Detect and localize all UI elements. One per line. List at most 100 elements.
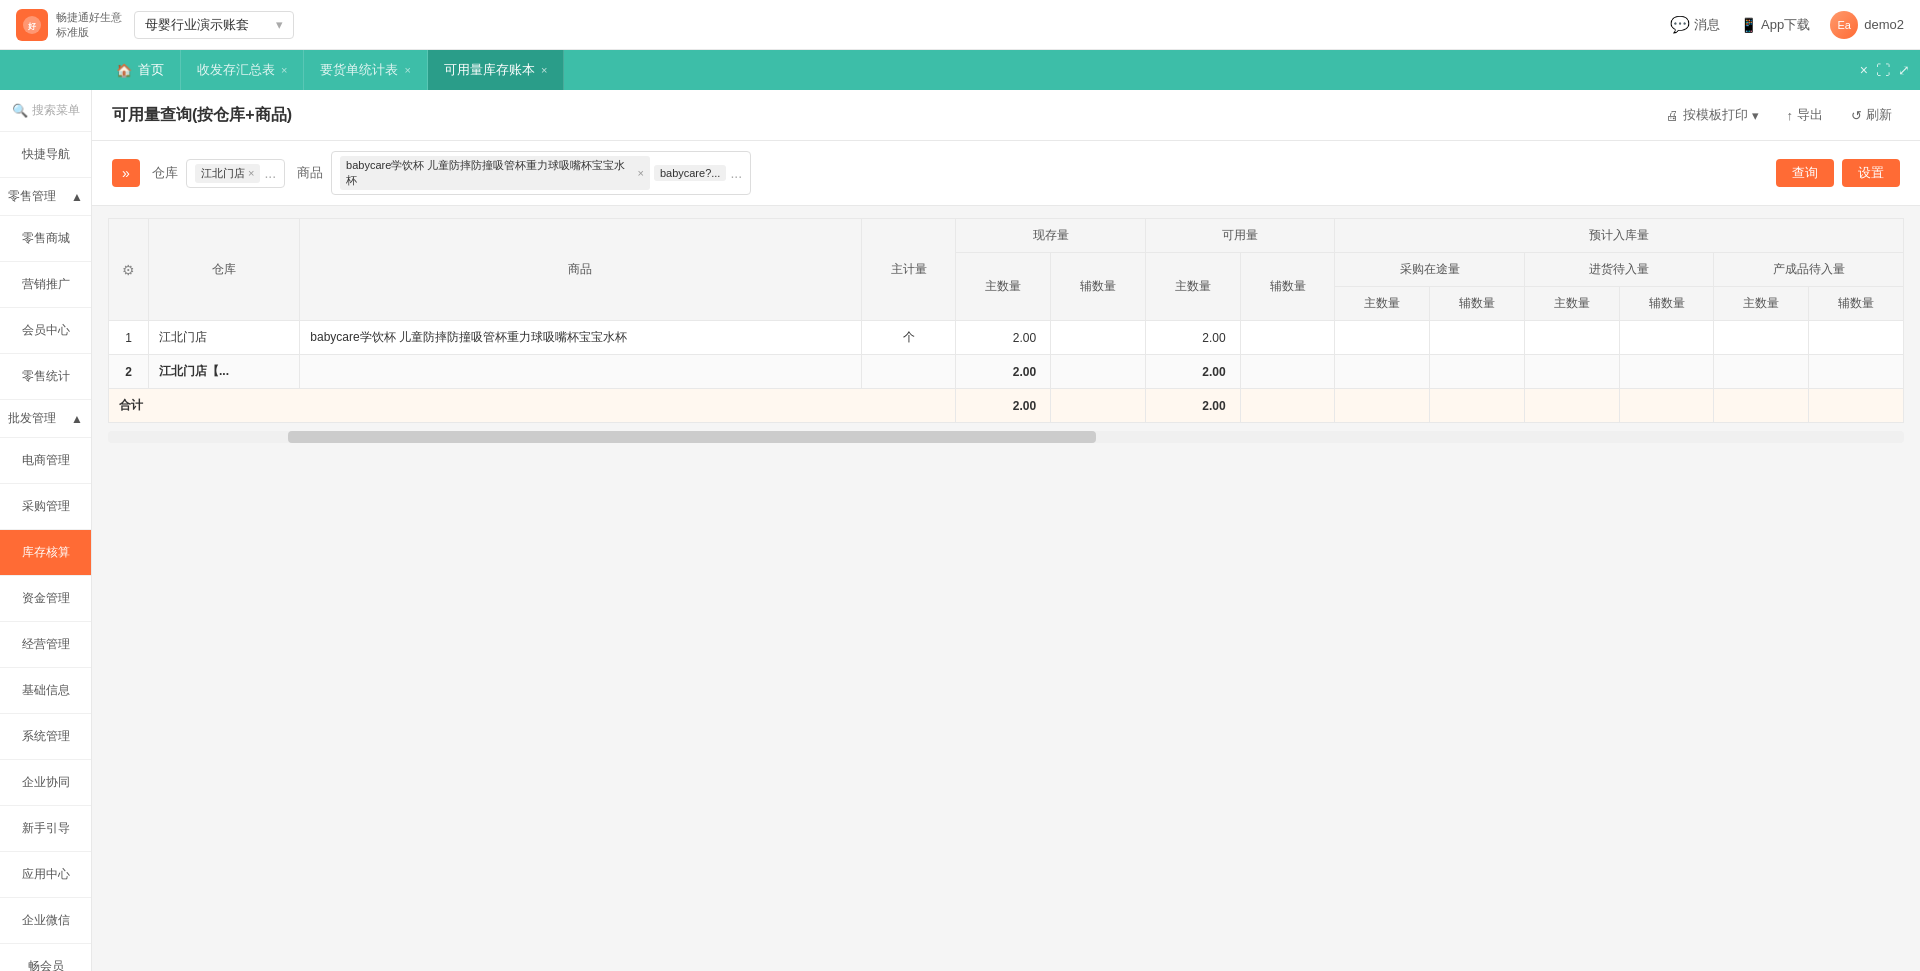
print-button[interactable]: 🖨 按模板打印 ▾	[1658, 102, 1767, 128]
tab-available-stock[interactable]: 可用量库存账本 ×	[428, 50, 564, 90]
row1-purchase-aux	[1430, 321, 1525, 355]
table-container: ⚙ 仓库 商品 主计量 现存量 可用量 预计入库量 主数量 辅数量 主数量 辅数…	[92, 206, 1920, 971]
row2-avail-aux	[1240, 355, 1335, 389]
row2-avail-main: 2.00	[1145, 355, 1240, 389]
tab-home[interactable]: 🏠 首页	[100, 50, 181, 90]
col-warehouse-header: 仓库	[149, 219, 300, 321]
tab-close-order[interactable]: ×	[404, 64, 410, 76]
scrollbar-thumb	[288, 431, 1096, 443]
row2-seq: 2	[109, 355, 149, 389]
goods-filter-group: 商品 babycare学饮杯 儿童防摔防撞吸管杯重力球吸嘴杯宝宝水杯 × bab…	[297, 151, 751, 195]
sidebar-item-finance[interactable]: 资金管理	[0, 576, 91, 622]
col-production-main-header: 主数量	[1714, 287, 1809, 321]
warehouse-input[interactable]: 江北门店 × ...	[186, 159, 285, 188]
top-bar-left: 好 畅捷通好生意 标准版 母婴行业演示账套 ▾	[16, 9, 294, 41]
warehouse-label: 仓库	[152, 164, 178, 182]
goods-tag-2: babycare?...	[654, 165, 727, 181]
sidebar-item-wholesale[interactable]: 批发管理 ▲	[0, 400, 91, 438]
col-goods-header: 商品	[300, 219, 861, 321]
sidebar-item-inventory[interactable]: 库存核算	[0, 530, 91, 576]
tab-receive-summary[interactable]: 收发存汇总表 ×	[181, 50, 304, 90]
goods-label: 商品	[297, 164, 323, 182]
row1-stock-aux	[1051, 321, 1146, 355]
page-actions: 🖨 按模板打印 ▾ ↑ 导出 ↺ 刷新	[1658, 102, 1901, 128]
row2-goods	[300, 355, 861, 389]
goods-more[interactable]: ...	[730, 165, 742, 181]
filter-toggle-button[interactable]: »	[112, 159, 140, 187]
warehouse-tag: 江北门店 ×	[195, 164, 260, 183]
query-button[interactable]: 查询	[1776, 159, 1834, 187]
row1-production-main	[1714, 321, 1809, 355]
sidebar-search[interactable]: 🔍 搜索菜单	[0, 90, 91, 132]
tab-close-receive[interactable]: ×	[281, 64, 287, 76]
col-stock-main-header: 主数量	[956, 253, 1051, 321]
row2-warehouse: 江北门店【...	[149, 355, 300, 389]
sidebar-item-purchase[interactable]: 采购管理	[0, 484, 91, 530]
data-table: ⚙ 仓库 商品 主计量 现存量 可用量 预计入库量 主数量 辅数量 主数量 辅数…	[108, 218, 1904, 423]
row2-production-aux	[1809, 355, 1904, 389]
message-button[interactable]: 💬 消息	[1670, 15, 1720, 34]
footer-incoming-main	[1524, 389, 1619, 423]
warehouse-more[interactable]: ...	[264, 165, 276, 181]
content-area: 可用量查询(按仓库+商品) 🖨 按模板打印 ▾ ↑ 导出 ↺ 刷新 »	[92, 90, 1920, 971]
row1-incoming-main	[1524, 321, 1619, 355]
app-download-button[interactable]: 📱 App下载	[1740, 16, 1810, 34]
table-row: 1 江北门店 babycare学饮杯 儿童防摔防撞吸管杯重力球吸嘴杯宝宝水杯 个…	[109, 321, 1904, 355]
table-row-group: 2 江北门店【... 2.00 2.00	[109, 355, 1904, 389]
sidebar-item-system[interactable]: 系统管理	[0, 714, 91, 760]
col-current-stock-header: 现存量	[956, 219, 1146, 253]
tab-order-stats[interactable]: 要货单统计表 ×	[304, 50, 427, 90]
sidebar-item-operations[interactable]: 经营管理	[0, 622, 91, 668]
page-header: 可用量查询(按仓库+商品) 🖨 按模板打印 ▾ ↑ 导出 ↺ 刷新	[92, 90, 1920, 141]
column-settings-icon[interactable]: ⚙	[122, 262, 135, 278]
expand-button[interactable]: ⛶	[1876, 62, 1890, 78]
close-all-tabs-button[interactable]: ×	[1860, 62, 1868, 78]
col-incoming-main-header: 主数量	[1524, 287, 1619, 321]
footer-stock-aux	[1051, 389, 1146, 423]
horizontal-scrollbar[interactable]	[108, 431, 1904, 443]
setting-button[interactable]: 设置	[1842, 159, 1900, 187]
row2-stock-main: 2.00	[956, 355, 1051, 389]
export-button[interactable]: ↑ 导出	[1779, 102, 1832, 128]
sidebar-item-retail-mall[interactable]: 零售商城	[0, 216, 91, 262]
goods-input[interactable]: babycare学饮杯 儿童防摔防撞吸管杯重力球吸嘴杯宝宝水杯 × babyca…	[331, 151, 751, 195]
tab-close-available[interactable]: ×	[541, 64, 547, 76]
sidebar-item-enterprise[interactable]: 企业协同	[0, 760, 91, 806]
footer-purchase-aux	[1430, 389, 1525, 423]
fullscreen-button[interactable]: ⤢	[1898, 62, 1910, 78]
sidebar-item-app-center[interactable]: 应用中心	[0, 852, 91, 898]
footer-stock-main: 2.00	[956, 389, 1051, 423]
sidebar-item-member[interactable]: 会员中心	[0, 308, 91, 354]
row1-avail-main: 2.00	[1145, 321, 1240, 355]
row2-unit	[861, 355, 956, 389]
row1-production-aux	[1809, 321, 1904, 355]
row2-purchase-main	[1335, 355, 1430, 389]
footer-production-main	[1714, 389, 1809, 423]
sidebar-item-quick-nav[interactable]: 快捷导航	[0, 132, 91, 178]
sidebar-item-guide[interactable]: 新手引导	[0, 806, 91, 852]
user-menu[interactable]: Ea demo2	[1830, 11, 1904, 39]
footer-total-row: 合计 2.00 2.00	[109, 389, 1904, 423]
goods-tag1-remove[interactable]: ×	[637, 167, 643, 179]
sidebar-item-marketing[interactable]: 营销推广	[0, 262, 91, 308]
col-settings-header: ⚙	[109, 219, 149, 321]
sidebar-item-retail[interactable]: 零售管理 ▲	[0, 178, 91, 216]
sidebar-item-basic-info[interactable]: 基础信息	[0, 668, 91, 714]
refresh-button[interactable]: ↺ 刷新	[1843, 102, 1900, 128]
footer-avail-aux	[1240, 389, 1335, 423]
row1-purchase-main	[1335, 321, 1430, 355]
nav-tabs: 🏠 首页 收发存汇总表 × 要货单统计表 × 可用量库存账本 × × ⛶ ⤢	[0, 50, 1920, 90]
footer-incoming-aux	[1619, 389, 1714, 423]
sidebar-item-retail-stats[interactable]: 零售统计	[0, 354, 91, 400]
sidebar-item-member2[interactable]: 畅会员	[0, 944, 91, 971]
workspace-selector[interactable]: 母婴行业演示账套 ▾	[134, 11, 294, 39]
warehouse-tag-remove[interactable]: ×	[248, 167, 254, 179]
logo-text: 畅捷通好生意 标准版	[56, 10, 122, 39]
sidebar-item-wecom[interactable]: 企业微信	[0, 898, 91, 944]
sidebar: 🔍 搜索菜单 快捷导航 零售管理 ▲ 零售商城 营销推广 会员中心 零售统计 批…	[0, 90, 92, 971]
sidebar-item-ecommerce[interactable]: 电商管理	[0, 438, 91, 484]
footer-avail-main: 2.00	[1145, 389, 1240, 423]
row2-purchase-aux	[1430, 355, 1525, 389]
row2-incoming-aux	[1619, 355, 1714, 389]
filter-bar: » 仓库 江北门店 × ... 商品 babycare学饮杯 儿童防摔防撞吸管杯…	[92, 141, 1920, 206]
